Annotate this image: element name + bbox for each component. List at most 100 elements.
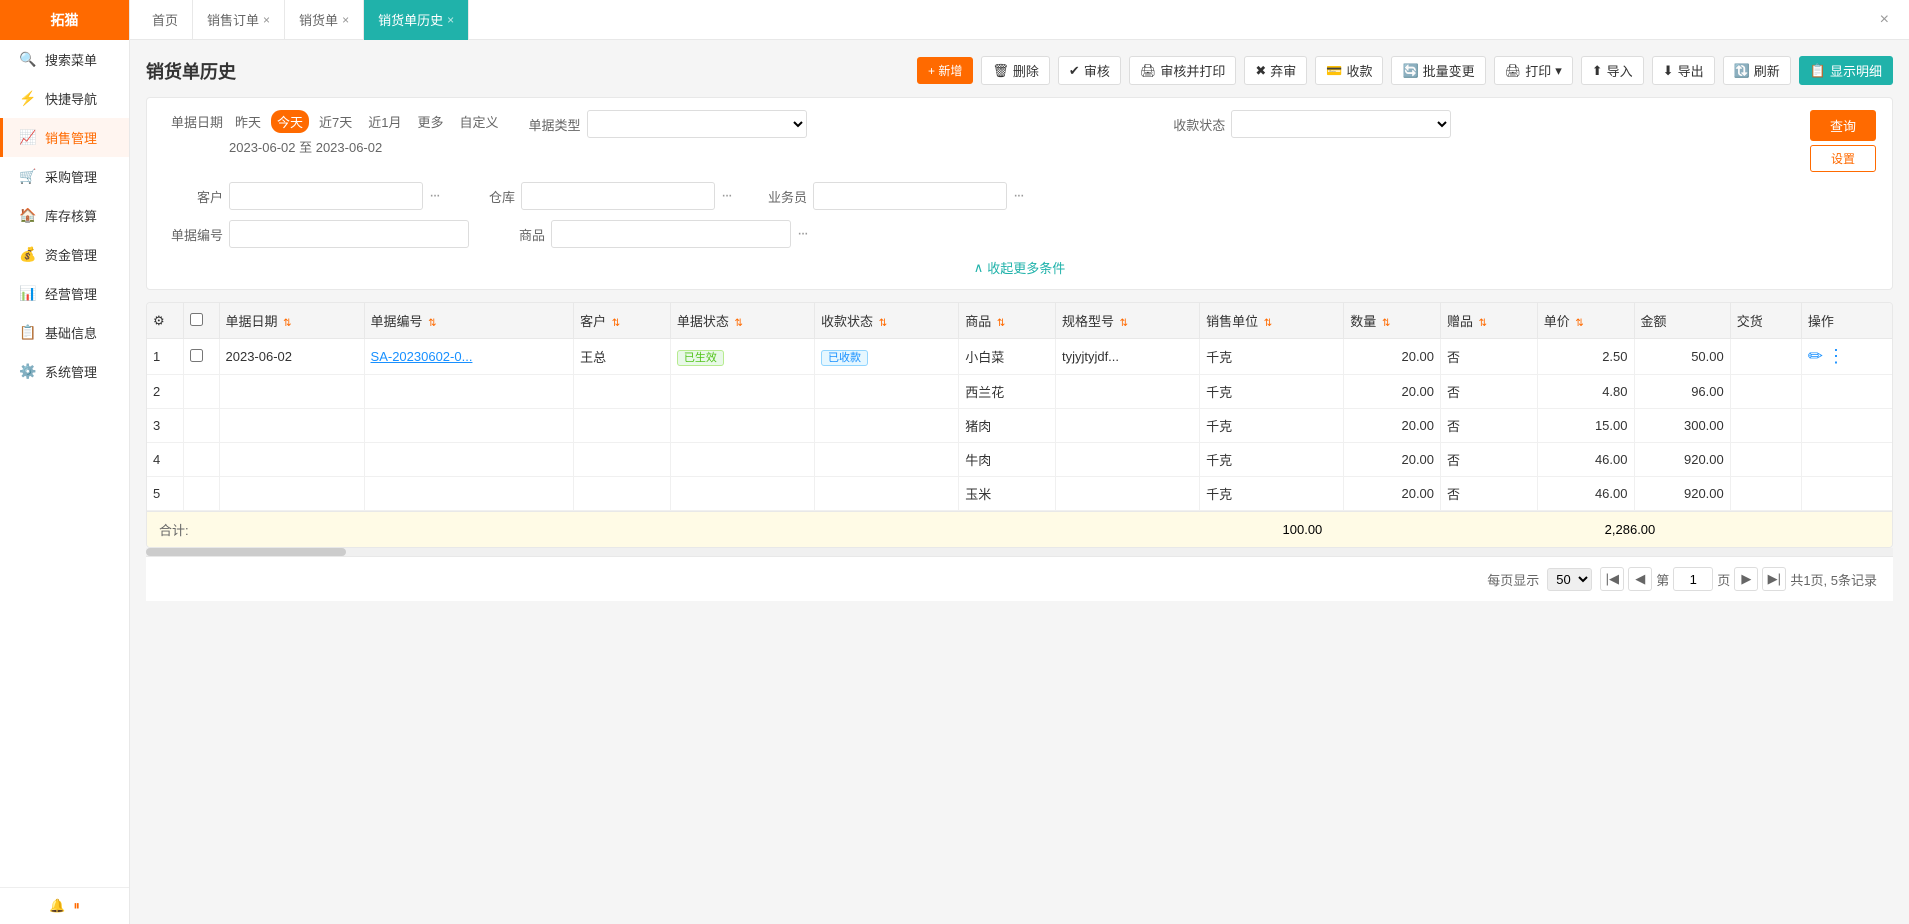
tab-sales-history-close[interactable]: × — [447, 13, 454, 27]
row-checkbox[interactable] — [183, 409, 219, 443]
row-checkbox[interactable] — [183, 339, 219, 375]
select-all-checkbox[interactable] — [190, 313, 203, 326]
more-action[interactable]: ⋮ — [1827, 346, 1845, 366]
prev-page-btn[interactable]: ◀ — [1628, 567, 1652, 591]
sidebar-item-inventory[interactable]: 🏠 库存核算 — [0, 196, 129, 235]
col-gift[interactable]: 赠品 ⇅ — [1441, 303, 1538, 339]
collect-icon: 💳 — [1326, 63, 1342, 79]
date-tag-1month[interactable]: 近1月 — [362, 110, 407, 133]
tab-bar-close-btn[interactable]: × — [1868, 11, 1901, 29]
sidebar-collapse-btn[interactable]: 🔔 — [49, 898, 65, 914]
col-customer[interactable]: 客户 ⇅ — [574, 303, 671, 339]
sort-gift-icon: ⇅ — [1479, 318, 1487, 329]
sidebar-item-operations[interactable]: 📊 经营管理 — [0, 274, 129, 313]
row-doc-number[interactable] — [364, 375, 574, 409]
customer-input[interactable] — [229, 182, 423, 210]
collapse-button[interactable]: ∧ 收起更多条件 — [163, 258, 1876, 277]
goods-input[interactable] — [551, 220, 791, 248]
row-doc-number[interactable] — [364, 443, 574, 477]
query-button[interactable]: 查询 — [1810, 110, 1876, 141]
new-button[interactable]: + 新增 — [917, 57, 973, 84]
tab-sales-history[interactable]: 销货单历史 × — [364, 0, 469, 40]
page-nav: |◀ ◀ 第 页 ▶ ▶| 共1页, 5条记录 — [1600, 567, 1877, 591]
row-checkbox[interactable] — [183, 375, 219, 409]
col-unit-price[interactable]: 单价 ⇅ — [1537, 303, 1634, 339]
collect-button[interactable]: 💳 收款 — [1315, 56, 1383, 85]
col-transaction[interactable]: 交货 — [1730, 303, 1801, 339]
goods-dot[interactable]: ··· — [797, 225, 807, 243]
row-transaction — [1730, 443, 1801, 477]
sidebar-item-quick-nav[interactable]: ⚡ 快捷导航 — [0, 79, 129, 118]
import-button[interactable]: ⬆ 导入 — [1581, 56, 1644, 85]
delete-button[interactable]: 🗑 删除 — [981, 56, 1050, 85]
row-doc-number[interactable] — [364, 409, 574, 443]
batch-change-button[interactable]: 🔄 批量变更 — [1391, 56, 1485, 85]
audit-button[interactable]: ✔ 审核 — [1058, 56, 1121, 85]
row-doc-number[interactable] — [364, 477, 574, 511]
row-checkbox[interactable] — [183, 443, 219, 477]
row-actions: ✏⋮ — [1801, 339, 1892, 375]
col-settings[interactable]: ⚙ — [147, 303, 183, 339]
col-collect-status[interactable]: 收款状态 ⇅ — [815, 303, 959, 339]
edit-action[interactable]: ✏ — [1808, 346, 1823, 366]
settings-button[interactable]: 设置 — [1810, 145, 1876, 172]
tab-sales-order-close[interactable]: × — [263, 13, 270, 27]
warehouse-dot[interactable]: ··· — [721, 187, 731, 205]
date-tag-today[interactable]: 今天 — [271, 110, 309, 133]
col-unit[interactable]: 销售单位 ⇅ — [1200, 303, 1344, 339]
col-goods[interactable]: 商品 ⇅ — [959, 303, 1056, 339]
row-collect-status — [815, 409, 959, 443]
sidebar-bottom: 🔔 ⏸ — [0, 887, 129, 924]
sidebar-user-btn[interactable]: ⏸ — [73, 898, 80, 914]
show-detail-button[interactable]: 📋 显示明细 — [1799, 56, 1893, 85]
refresh-button[interactable]: 🔃 刷新 — [1723, 56, 1791, 85]
tab-sales-order[interactable]: 销售订单 × — [193, 0, 285, 40]
col-checkbox[interactable] — [183, 303, 219, 339]
row-checkbox[interactable] — [183, 477, 219, 511]
tab-sales-goods[interactable]: 销货单 × — [285, 0, 364, 40]
sidebar-item-purchase-mgmt[interactable]: 🛒 采购管理 — [0, 157, 129, 196]
tab-home[interactable]: 首页 — [138, 0, 193, 40]
date-tag-more[interactable]: 更多 — [412, 110, 450, 133]
per-page-select[interactable]: 50 — [1547, 568, 1592, 591]
next-page-btn[interactable]: ▶ — [1734, 567, 1758, 591]
row-doc-number[interactable]: SA-20230602-0... — [364, 339, 574, 375]
date-tag-7days[interactable]: 近7天 — [313, 110, 358, 133]
abandon-button[interactable]: ✖ 弃审 — [1244, 56, 1307, 85]
detail-icon: 📋 — [1810, 63, 1826, 79]
col-doc-date[interactable]: 单据日期 ⇅ — [219, 303, 364, 339]
last-page-btn[interactable]: ▶| — [1762, 567, 1786, 591]
sidebar-item-finance[interactable]: 💰 资金管理 — [0, 235, 129, 274]
toolbar: + 新增 🗑 删除 ✔ 审核 🖨 审核并打印 ✖ 弃审 — [917, 56, 1893, 85]
row-goods: 西兰花 — [959, 375, 1056, 409]
doc-type-select[interactable] — [587, 110, 807, 138]
col-doc-status[interactable]: 单据状态 ⇅ — [670, 303, 814, 339]
salesman-dot[interactable]: ··· — [1013, 187, 1023, 205]
warehouse-input[interactable] — [521, 182, 715, 210]
col-doc-number[interactable]: 单据编号 ⇅ — [364, 303, 574, 339]
scrollbar-thumb[interactable] — [146, 548, 346, 556]
salesman-input[interactable] — [813, 182, 1007, 210]
export-button[interactable]: ⬇ 导出 — [1652, 56, 1715, 85]
page-number-input[interactable] — [1673, 567, 1713, 591]
doc-number-input[interactable] — [229, 220, 469, 248]
first-page-btn[interactable]: |◀ — [1600, 567, 1624, 591]
collect-status-select[interactable] — [1231, 110, 1451, 138]
sidebar-item-base-info[interactable]: 📋 基础信息 — [0, 313, 129, 352]
col-quantity[interactable]: 数量 ⇅ — [1344, 303, 1441, 339]
sidebar-item-search-menu[interactable]: 🔍 搜索菜单 — [0, 40, 129, 79]
tab-sales-goods-close[interactable]: × — [342, 13, 349, 27]
query-settings-area: 查询 设置 — [1810, 110, 1876, 172]
date-tag-custom[interactable]: 自定义 — [454, 110, 505, 133]
row-num: 3 — [147, 409, 183, 443]
col-amount[interactable]: 金额 — [1634, 303, 1730, 339]
audit-print-button[interactable]: 🖨 审核并打印 — [1129, 56, 1237, 85]
sidebar-item-sales-mgmt[interactable]: 📈 销售管理 — [0, 118, 129, 157]
date-tag-yesterday[interactable]: 昨天 — [229, 110, 267, 133]
print-button[interactable]: 🖨 打印 ▾ — [1494, 56, 1573, 85]
horizontal-scrollbar[interactable] — [146, 548, 1893, 556]
col-spec[interactable]: 规格型号 ⇅ — [1055, 303, 1199, 339]
customer-dot[interactable]: ··· — [429, 187, 439, 205]
row-unit: 千克 — [1200, 409, 1344, 443]
sidebar-item-system[interactable]: ⚙️ 系统管理 — [0, 352, 129, 391]
